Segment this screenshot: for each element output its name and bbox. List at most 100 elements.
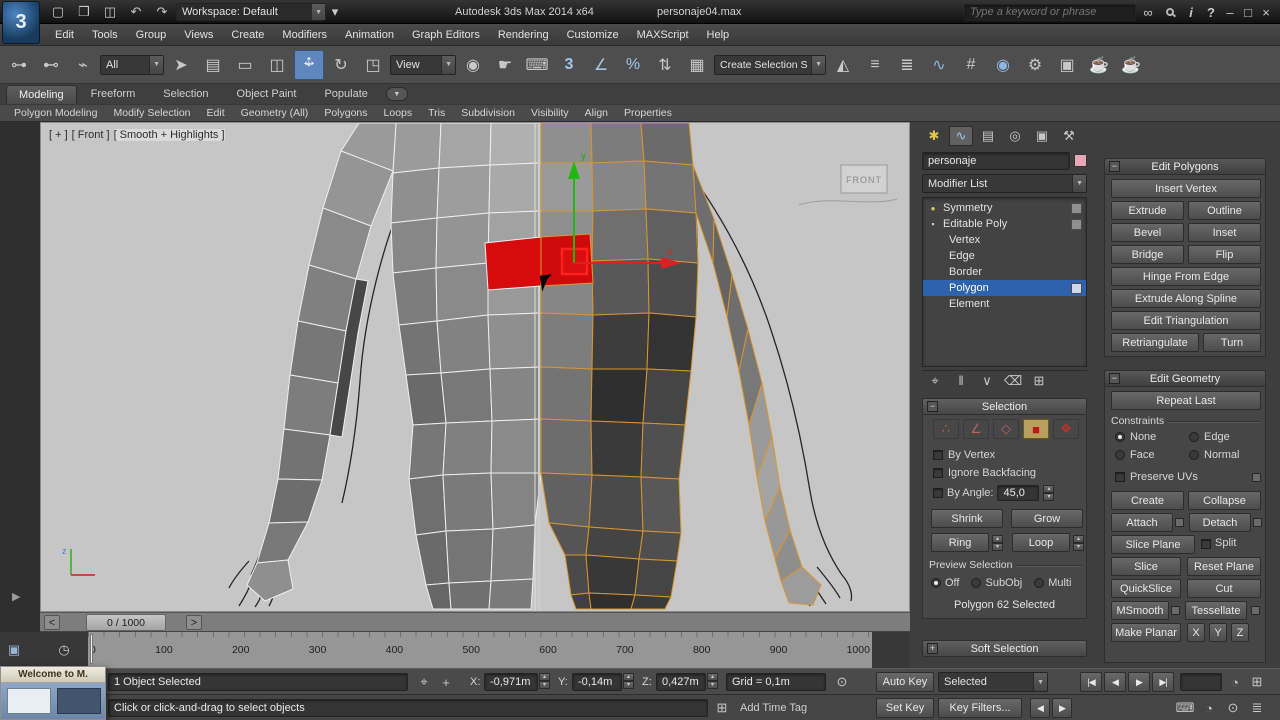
- outline-button[interactable]: Outline: [1188, 201, 1261, 220]
- bevel-button[interactable]: Bevel: [1111, 223, 1184, 242]
- expand-icon[interactable]: +: [927, 643, 938, 654]
- edit-geometry-panel-header[interactable]: − Edit Geometry: [1104, 370, 1266, 387]
- make-planar-button[interactable]: Make Planar: [1111, 623, 1181, 642]
- go-to-end-button[interactable]: ▶|: [1152, 672, 1174, 692]
- x-coord-spinner[interactable]: ▴ ▾: [539, 673, 550, 689]
- angle-snap-icon[interactable]: ∠: [586, 50, 616, 80]
- make-planar-y-button[interactable]: Y: [1209, 623, 1227, 642]
- menu-help[interactable]: Help: [698, 24, 739, 46]
- ignore-backfacing-checkbox[interactable]: [933, 468, 943, 478]
- menu-edit[interactable]: Edit: [46, 24, 83, 46]
- open-mini-curve-editor-icon[interactable]: ◷: [52, 639, 76, 661]
- msmooth-settings-box[interactable]: [1171, 606, 1180, 615]
- key-filter-set-dropdown[interactable]: Selected ▼: [938, 672, 1048, 692]
- stack-subitem-edge[interactable]: Edge: [923, 248, 1086, 264]
- quick-access-arrow-icon[interactable]: ▾: [328, 1, 342, 23]
- element-subobject-icon[interactable]: ❖: [1053, 419, 1079, 439]
- previous-key-button[interactable]: ◀: [1030, 698, 1050, 718]
- attach-button[interactable]: Attach: [1111, 513, 1173, 532]
- ribbon-panel-loops[interactable]: Loops: [376, 107, 421, 119]
- character-mesh-right[interactable]: [540, 123, 822, 610]
- welcome-window[interactable]: Welcome to M.: [0, 666, 106, 720]
- inset-button[interactable]: Inset: [1188, 223, 1261, 242]
- modifier-stack[interactable]: ● Symmetry ▪ Editable Poly Vertex Edge B…: [922, 197, 1087, 367]
- ribbon-tab-modeling[interactable]: Modeling: [6, 84, 77, 104]
- constraint-none-radio[interactable]: [1115, 432, 1125, 442]
- character-mesh-left[interactable]: [246, 123, 542, 610]
- ribbon-panel-subdivision[interactable]: Subdivision: [453, 107, 523, 119]
- time-configuration-icon[interactable]: ◔: [1226, 673, 1244, 691]
- tessellate-button[interactable]: Tessellate: [1185, 601, 1247, 620]
- modifier-enable-bulb-icon[interactable]: ●: [927, 202, 939, 214]
- border-subobject-icon[interactable]: ◇: [993, 419, 1019, 439]
- ribbon-tab-populate[interactable]: Populate: [310, 88, 381, 100]
- constraint-face-radio[interactable]: [1115, 450, 1125, 460]
- stack-item-button[interactable]: [1071, 218, 1082, 230]
- key-mode-toggle-icon[interactable]: ⊞: [1248, 673, 1266, 691]
- loop-spinner[interactable]: ▴ ▾: [1073, 534, 1084, 551]
- slice-plane-button[interactable]: Slice Plane: [1111, 535, 1195, 554]
- maximize-icon[interactable]: □: [1240, 1, 1256, 23]
- next-frame-arrow[interactable]: >: [186, 615, 202, 630]
- ribbon-panel-align[interactable]: Align: [577, 107, 616, 119]
- detach-button[interactable]: Detach: [1189, 513, 1251, 532]
- select-and-move-icon[interactable]: ↔ ↕: [294, 49, 324, 80]
- ribbon-panel-visibility[interactable]: Visibility: [523, 107, 577, 119]
- menu-maxscript[interactable]: MAXScript: [628, 24, 698, 46]
- ribbon-panel-polygons[interactable]: Polygons: [316, 107, 375, 119]
- constraint-normal-radio[interactable]: [1189, 450, 1199, 460]
- z-coord-spinner[interactable]: ▴ ▾: [707, 673, 718, 689]
- layers-toggle-icon[interactable]: ≣: [1248, 699, 1266, 717]
- open-file-icon[interactable]: ❒: [72, 1, 96, 23]
- motion-tab-icon[interactable]: ◎: [1003, 126, 1027, 146]
- object-color-swatch[interactable]: [1074, 154, 1087, 167]
- modifier-list-dropdown[interactable]: Modifier List ▼: [922, 174, 1087, 193]
- selection-filter-dropdown[interactable]: All ▼: [100, 54, 164, 75]
- create-tab-icon[interactable]: ✱: [922, 126, 946, 146]
- select-and-manipulate-icon[interactable]: ☛: [490, 50, 520, 80]
- collapse-icon[interactable]: −: [927, 401, 938, 412]
- reset-plane-button[interactable]: Reset Plane: [1187, 557, 1261, 576]
- flip-button[interactable]: Flip: [1188, 245, 1261, 264]
- by-angle-field[interactable]: [997, 485, 1040, 501]
- search-communities-icon[interactable]: ∞: [1138, 1, 1158, 23]
- material-editor-icon[interactable]: ◉: [988, 50, 1018, 80]
- stack-item-symmetry[interactable]: ● Symmetry: [923, 200, 1086, 216]
- vertex-subobject-icon[interactable]: ∴: [933, 419, 959, 439]
- next-key-button[interactable]: ▶: [1052, 698, 1072, 718]
- ribbon-panel-edit[interactable]: Edit: [199, 107, 233, 119]
- edit-polygons-panel-header[interactable]: − Edit Polygons: [1104, 158, 1266, 175]
- menu-create[interactable]: Create: [222, 24, 273, 46]
- cut-button[interactable]: Cut: [1187, 579, 1261, 598]
- menu-customize[interactable]: Customize: [558, 24, 628, 46]
- schematic-view-icon[interactable]: #: [956, 50, 986, 80]
- welcome-window-body[interactable]: [1, 683, 105, 719]
- select-and-link-icon[interactable]: ⊶: [4, 50, 34, 80]
- by-angle-spinner[interactable]: ▴ ▾: [1043, 485, 1055, 501]
- menu-animation[interactable]: Animation: [336, 24, 403, 46]
- hinge-from-edge-button[interactable]: Hinge From Edge: [1111, 267, 1261, 286]
- redo-icon[interactable]: ↷: [150, 1, 174, 23]
- extrude-along-spline-button[interactable]: Extrude Along Spline: [1111, 289, 1261, 308]
- constraint-edge-radio[interactable]: [1189, 432, 1199, 442]
- previous-frame-arrow[interactable]: <: [44, 615, 60, 630]
- previous-frame-button[interactable]: ◀: [1104, 672, 1126, 692]
- percent-snap-icon[interactable]: %: [618, 50, 648, 80]
- ring-button[interactable]: Ring: [931, 533, 989, 552]
- bridge-button[interactable]: Bridge: [1111, 245, 1184, 264]
- track-note-icon[interactable]: ▣: [2, 639, 26, 661]
- auto-key-button[interactable]: Auto Key: [876, 672, 934, 692]
- render-iterative-icon[interactable]: ☕: [1116, 50, 1146, 80]
- ribbon-minimize-dropdown-icon[interactable]: ▼: [385, 87, 408, 101]
- selection-rollout-header[interactable]: − Selection: [922, 398, 1087, 415]
- named-selection-set-combo[interactable]: Create Selection Set ▼: [714, 54, 826, 75]
- hierarchy-tab-icon[interactable]: ▤: [976, 126, 1000, 146]
- detach-settings-box[interactable]: [1253, 518, 1262, 527]
- select-by-name-icon[interactable]: ▤: [198, 50, 228, 80]
- insert-vertex-button[interactable]: Insert Vertex: [1111, 179, 1261, 198]
- menu-tools[interactable]: Tools: [83, 24, 127, 46]
- preview-off-radio[interactable]: [931, 578, 941, 588]
- soft-selection-rollout-header[interactable]: + Soft Selection: [922, 640, 1087, 657]
- pin-stack-icon[interactable]: ⌖: [926, 373, 944, 389]
- reference-coordinate-dropdown[interactable]: View ▼: [390, 54, 456, 75]
